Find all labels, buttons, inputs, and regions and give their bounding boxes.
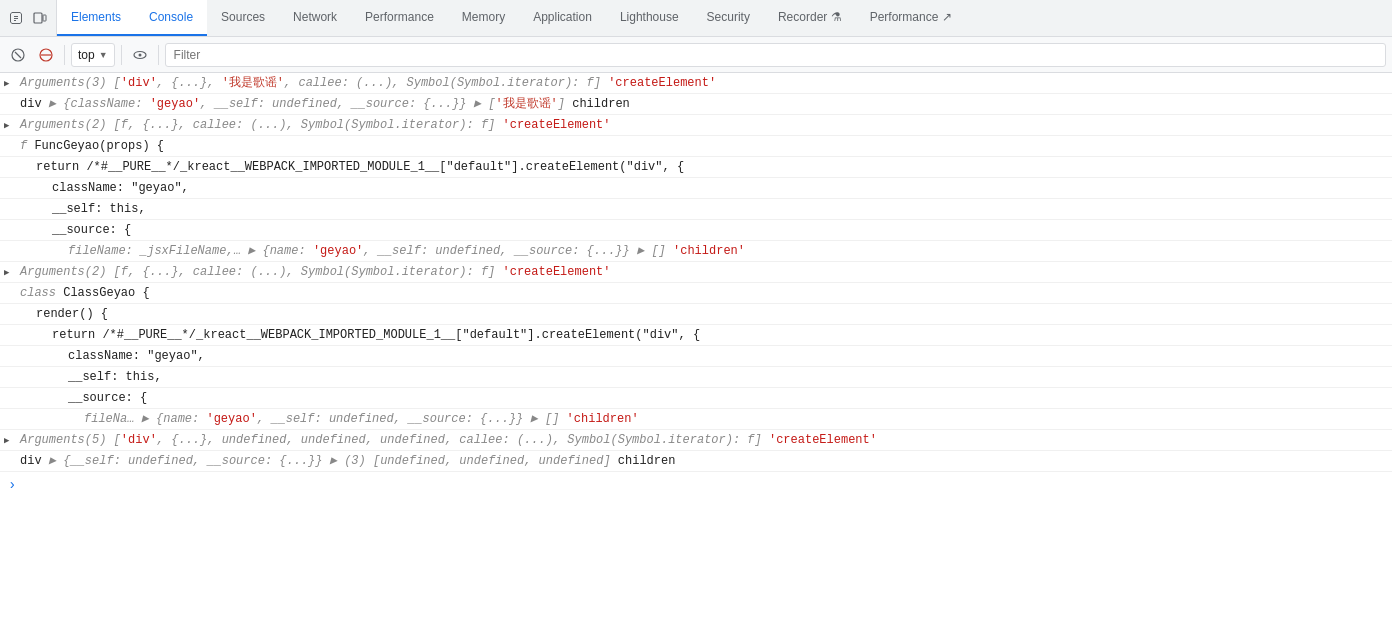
eye-button[interactable]	[128, 43, 152, 67]
console-text: __self: this,	[68, 368, 162, 386]
devtools-icons	[0, 0, 57, 36]
tab-security[interactable]: Security	[693, 0, 764, 36]
tab-memory[interactable]: Memory	[448, 0, 519, 36]
console-row: className: "geyao",	[0, 346, 1392, 367]
prompt-icon: ›	[8, 476, 16, 494]
tab-application[interactable]: Application	[519, 0, 606, 36]
context-selector[interactable]: top ▼	[71, 43, 115, 67]
console-row: fileNa… ▶ {name: 'geyao', __self: undefi…	[0, 409, 1392, 430]
console-row: return /*#__PURE__*/_kreact__WEBPACK_IMP…	[0, 157, 1392, 178]
console-text: render() {	[36, 305, 108, 323]
console-row: Arguments(3) ['div', {...}, '我是歌谣', call…	[0, 73, 1392, 94]
console-text: return /*#__PURE__*/_kreact__WEBPACK_IMP…	[36, 158, 684, 176]
console-text: div ▶ {__self: undefined, __source: {...…	[20, 452, 675, 470]
inspect-icon[interactable]	[6, 8, 26, 28]
tab-lighthouse[interactable]: Lighthouse	[606, 0, 693, 36]
svg-line-3	[15, 52, 21, 58]
console-row: Arguments(5) ['div', {...}, undefined, u…	[0, 430, 1392, 451]
console-text: className: "geyao",	[52, 179, 189, 197]
console-text: class ClassGeyao {	[20, 284, 150, 302]
console-row: className: "geyao",	[0, 178, 1392, 199]
device-toggle-icon[interactable]	[30, 8, 50, 28]
console-row: div ▶ {__self: undefined, __source: {...…	[0, 451, 1392, 472]
tab-performance2[interactable]: Performance ↗	[856, 0, 966, 36]
expand-arrow[interactable]	[4, 75, 9, 93]
block-icon	[39, 48, 53, 62]
console-text: return /*#__PURE__*/_kreact__WEBPACK_IMP…	[52, 326, 700, 344]
console-row: div ▶ {className: 'geyao', __self: undef…	[0, 94, 1392, 115]
tab-elements[interactable]: Elements	[57, 0, 135, 36]
console-toolbar: top ▼	[0, 37, 1392, 73]
tab-sources[interactable]: Sources	[207, 0, 279, 36]
console-row: __self: this,	[0, 367, 1392, 388]
console-row: return /*#__PURE__*/_kreact__WEBPACK_IMP…	[0, 325, 1392, 346]
console-row: class ClassGeyao {	[0, 283, 1392, 304]
clear-icon	[11, 48, 25, 62]
separator1	[64, 45, 65, 65]
block-button[interactable]	[34, 43, 58, 67]
context-dropdown-arrow: ▼	[99, 50, 108, 60]
console-prompt-row: ›	[0, 472, 1392, 498]
expand-arrow[interactable]	[4, 264, 9, 282]
filter-input[interactable]	[165, 43, 1386, 67]
console-text: className: "geyao",	[68, 347, 205, 365]
console-row: Arguments(2) [f, {...}, callee: (...), S…	[0, 262, 1392, 283]
console-text: Arguments(3) ['div', {...}, '我是歌谣', call…	[20, 74, 716, 92]
tab-recorder[interactable]: Recorder ⚗	[764, 0, 856, 36]
expand-arrow[interactable]	[4, 432, 9, 450]
svg-rect-0	[34, 13, 42, 23]
expand-arrow[interactable]	[4, 117, 9, 135]
console-text: fileNa… ▶ {name: 'geyao', __self: undefi…	[84, 410, 639, 428]
console-row: Arguments(2) [f, {...}, callee: (...), S…	[0, 115, 1392, 136]
console-text: __source: {	[68, 389, 147, 407]
svg-rect-1	[43, 15, 46, 21]
console-row: render() {	[0, 304, 1392, 325]
clear-console-button[interactable]	[6, 43, 30, 67]
svg-point-7	[138, 53, 141, 56]
console-text: fileName: _jsxFileName,… ▶ {name: 'geyao…	[68, 242, 745, 260]
console-text: Arguments(2) [f, {...}, callee: (...), S…	[20, 263, 611, 281]
tab-performance[interactable]: Performance	[351, 0, 448, 36]
console-row: f FuncGeyao(props) {	[0, 136, 1392, 157]
separator2	[121, 45, 122, 65]
console-row: fileName: _jsxFileName,… ▶ {name: 'geyao…	[0, 241, 1392, 262]
tab-console[interactable]: Console	[135, 0, 207, 36]
console-text: Arguments(5) ['div', {...}, undefined, u…	[20, 431, 877, 449]
separator3	[158, 45, 159, 65]
eye-icon	[133, 48, 147, 62]
console-text: div ▶ {className: 'geyao', __self: undef…	[20, 95, 630, 113]
console-text: f FuncGeyao(props) {	[20, 137, 164, 155]
console-input[interactable]	[22, 478, 1388, 492]
console-row: __source: {	[0, 388, 1392, 409]
console-text: Arguments(2) [f, {...}, callee: (...), S…	[20, 116, 611, 134]
console-text: __self: this,	[52, 200, 146, 218]
console-text: __source: {	[52, 221, 131, 239]
console-output: Arguments(3) ['div', {...}, '我是歌谣', call…	[0, 73, 1392, 633]
console-row: __source: {	[0, 220, 1392, 241]
tab-network[interactable]: Network	[279, 0, 351, 36]
console-row: __self: this,	[0, 199, 1392, 220]
context-value: top	[78, 48, 95, 62]
tab-bar: Elements Console Sources Network Perform…	[0, 0, 1392, 37]
